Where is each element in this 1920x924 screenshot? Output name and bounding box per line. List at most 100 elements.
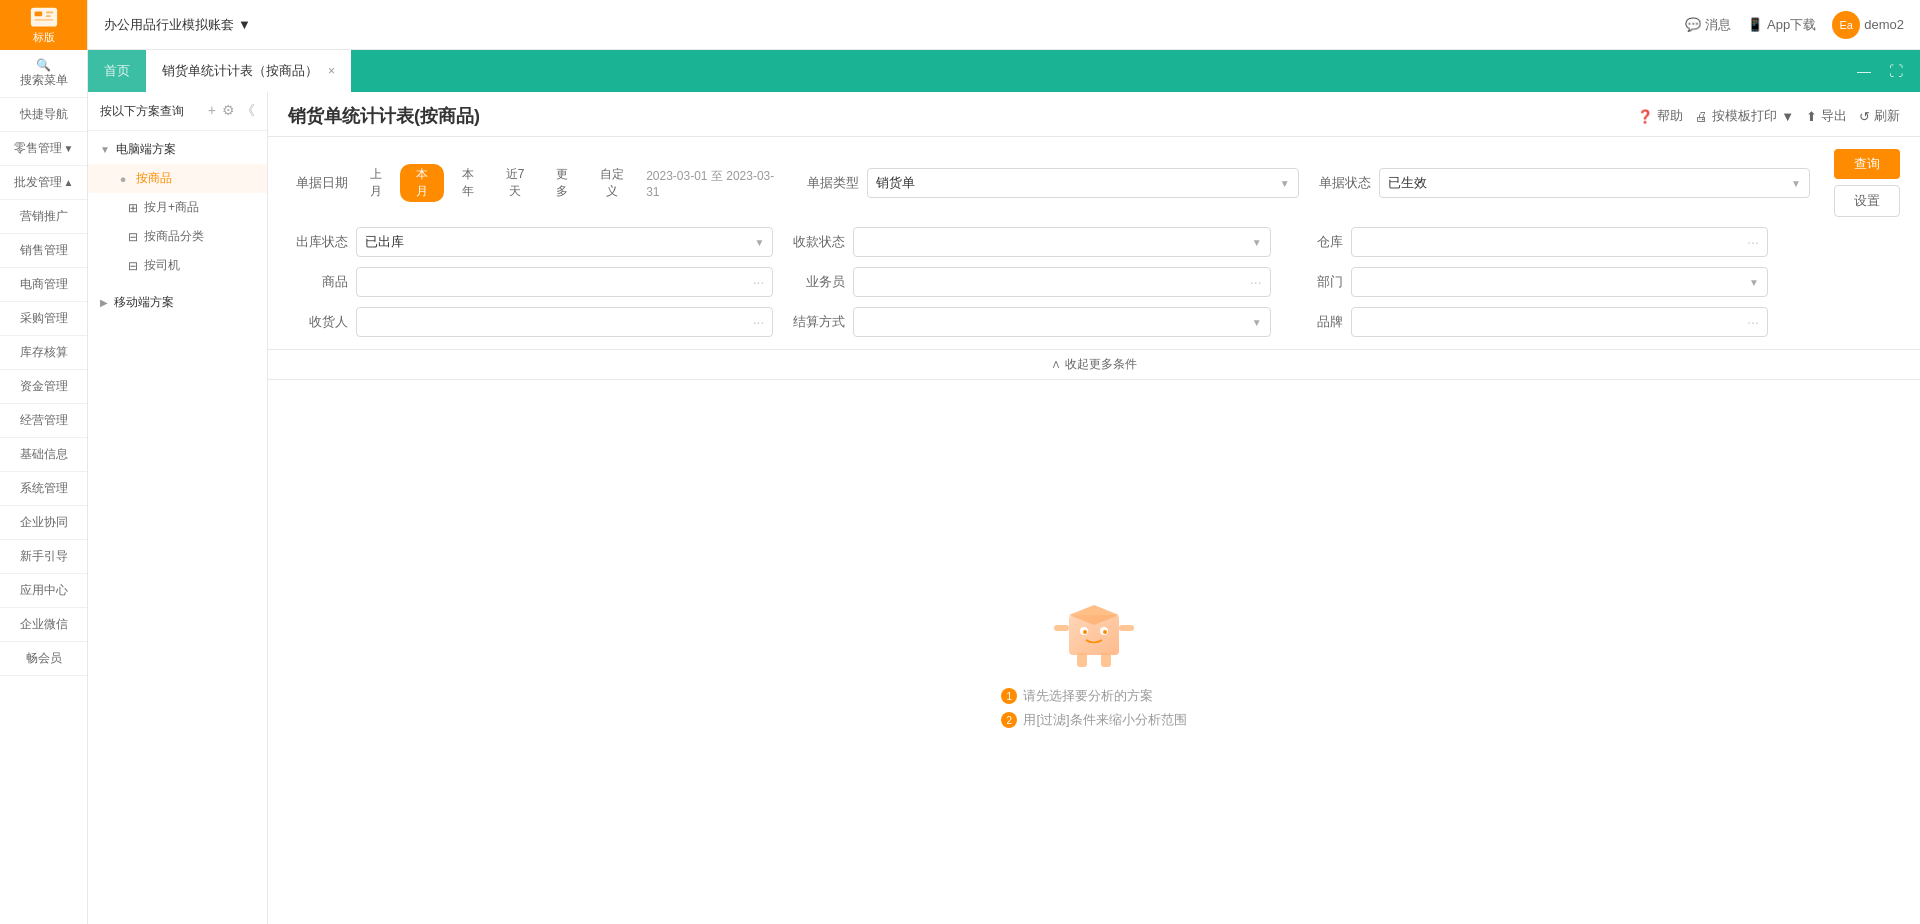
scheme-panel-actions: + ⚙ 《 xyxy=(208,102,255,120)
sidebar-item-finance[interactable]: 资金管理 xyxy=(0,370,87,404)
active-tab-label: 销货单统计计表（按商品） xyxy=(162,62,318,80)
department-label: 部门 xyxy=(1283,273,1343,291)
export-btn[interactable]: ⬆ 导出 xyxy=(1806,107,1847,125)
quick-nav-label: 快捷导航 xyxy=(0,106,87,123)
scheme-item-by-product[interactable]: ● 按商品 xyxy=(88,164,267,193)
export-icon: ⬆ xyxy=(1806,109,1817,124)
close-tab-btn[interactable]: × xyxy=(328,64,335,78)
refresh-btn[interactable]: ↺ 刷新 xyxy=(1859,107,1900,125)
enterprise-label: 企业协同 xyxy=(20,515,68,529)
retail-label: 零售管理 xyxy=(14,140,62,157)
mobile-group-label: 移动端方案 xyxy=(114,294,174,311)
warehouse-input[interactable]: ··· xyxy=(1351,227,1768,257)
app-icon: 📱 xyxy=(1747,17,1763,32)
tab-maximize-btn[interactable]: ⛶ xyxy=(1884,59,1908,83)
refresh-label: 刷新 xyxy=(1874,107,1900,125)
sidebar-item-marketing[interactable]: 营销推广 xyxy=(0,200,87,234)
product-input[interactable]: ··· xyxy=(356,267,773,297)
scheme-add-btn[interactable]: + xyxy=(208,102,216,120)
page-header-actions: ❓ 帮助 🖨 按模板打印 ▼ ⬆ 导出 ↺ 刷新 xyxy=(1637,107,1900,125)
sidebar-item-member[interactable]: 畅会员 xyxy=(0,642,87,676)
date-custom-btn[interactable]: 自定义 xyxy=(586,164,638,202)
template-print-label: 按模板打印 xyxy=(1712,107,1777,125)
tip-dot-2: 2 xyxy=(1001,712,1017,728)
brand-input[interactable]: ··· xyxy=(1351,307,1768,337)
sidebar-item-system[interactable]: 系统管理 xyxy=(0,472,87,506)
message-label: 消息 xyxy=(1705,16,1731,34)
member-label: 畅会员 xyxy=(26,651,62,665)
scheme-item-by-category[interactable]: ⊟ 按商品分类 xyxy=(88,222,267,251)
sidebar-item-apps[interactable]: 应用中心 xyxy=(0,574,87,608)
refresh-icon: ↺ xyxy=(1859,109,1870,124)
doc-status-select[interactable]: 已生效 ▼ xyxy=(1379,168,1810,198)
settings-btn[interactable]: 设置 xyxy=(1834,185,1900,217)
sidebar-item-wholesale[interactable]: 批发管理 ▲ xyxy=(0,166,87,200)
salesperson-input[interactable]: ··· xyxy=(853,267,1270,297)
scheme-category-label: 按商品分类 xyxy=(144,228,204,245)
sidebar-item-enterprise[interactable]: 企业协同 xyxy=(0,506,87,540)
tab-home[interactable]: 首页 xyxy=(88,50,146,92)
salesperson-dots-icon: ··· xyxy=(1250,274,1262,290)
svg-rect-3 xyxy=(45,15,50,17)
salesperson-label: 业务员 xyxy=(785,273,845,291)
app-download-btn[interactable]: 📱 App下载 xyxy=(1747,16,1816,34)
doc-type-select[interactable]: 销货单 ▼ xyxy=(867,168,1298,198)
group-label: 电脑端方案 xyxy=(116,141,176,158)
scheme-collapse-btn[interactable]: 《 xyxy=(241,102,255,120)
scheme-item-by-month-product[interactable]: ⊞ 按月+商品 xyxy=(88,193,267,222)
settlement-select[interactable]: ▼ xyxy=(853,307,1270,337)
date-quick-btns: 上月 本月 本年 近7天 更多 自定义 xyxy=(356,164,638,202)
sidebar-item-purchase[interactable]: 采购管理 xyxy=(0,302,87,336)
tab-minimize-btn[interactable]: — xyxy=(1852,59,1876,83)
collection-arrow-icon: ▼ xyxy=(1252,237,1262,248)
query-btn[interactable]: 查询 xyxy=(1834,149,1900,179)
help-btn[interactable]: ❓ 帮助 xyxy=(1637,107,1683,125)
filter-results-panel: 销货单统计计表(按商品) ❓ 帮助 🖨 按模板打印 ▼ ⬆ 导出 xyxy=(268,92,1920,924)
sidebar-item-wechat[interactable]: 企业微信 xyxy=(0,608,87,642)
industry-name: 办公用品行业模拟账套 xyxy=(104,16,234,34)
product-dots-icon: ··· xyxy=(753,274,765,290)
date-label: 单据日期 xyxy=(288,174,348,192)
date-prev-month-btn[interactable]: 上月 xyxy=(356,164,396,202)
sidebar-item-sales[interactable]: 销售管理 xyxy=(0,234,87,268)
template-print-btn[interactable]: 🖨 按模板打印 ▼ xyxy=(1695,107,1794,125)
empty-illustration xyxy=(1044,575,1144,675)
sidebar-search[interactable]: 🔍 搜索菜单 xyxy=(0,50,87,98)
sidebar-item-ecommerce[interactable]: 电商管理 xyxy=(0,268,87,302)
sidebar-subtitle: 标版 xyxy=(33,30,55,45)
date-this-year-btn[interactable]: 本年 xyxy=(448,164,488,202)
date-last7-btn[interactable]: 近7天 xyxy=(492,164,539,202)
date-this-month-btn[interactable]: 本月 xyxy=(400,164,444,202)
department-select[interactable]: ▼ xyxy=(1351,267,1768,297)
sidebar-item-retail[interactable]: 零售管理 ▼ xyxy=(0,132,87,166)
scheme-group-mobile-header[interactable]: ▶ 移动端方案 xyxy=(88,288,267,317)
tab-bar-actions: — ⛶ xyxy=(1852,59,1920,83)
tab-active[interactable]: 销货单统计计表（按商品） × xyxy=(146,50,351,92)
apps-label: 应用中心 xyxy=(20,583,68,597)
collection-select[interactable]: ▼ xyxy=(853,227,1270,257)
sidebar-quick-nav[interactable]: 快捷导航 xyxy=(0,98,87,132)
content-area: 按以下方案查询 + ⚙ 《 ▼ 电脑端方案 ● 按商品 ⊞ 按月 xyxy=(88,92,1920,924)
sidebar-item-newbie[interactable]: 新手引导 xyxy=(0,540,87,574)
sidebar-item-basic[interactable]: 基础信息 xyxy=(0,438,87,472)
scheme-group-desktop: ▼ 电脑端方案 ● 按商品 ⊞ 按月+商品 ⊟ 按商品分类 ⊟ 按司机 xyxy=(88,131,267,284)
industry-selector[interactable]: 办公用品行业模拟账套 ▼ xyxy=(104,16,251,34)
collapse-bar[interactable]: ∧ 收起更多条件 xyxy=(268,350,1920,380)
home-tab-label: 首页 xyxy=(104,62,130,80)
warehouse-out-select[interactable]: 已出库 ▼ xyxy=(356,227,773,257)
scheme-settings-btn[interactable]: ⚙ xyxy=(222,102,235,120)
sidebar-item-operations[interactable]: 经营管理 xyxy=(0,404,87,438)
mobile-group-arrow-icon: ▶ xyxy=(100,297,108,308)
category-icon: ⊟ xyxy=(128,230,138,244)
recipient-input[interactable]: ··· xyxy=(356,307,773,337)
message-btn[interactable]: 💬 消息 xyxy=(1685,16,1731,34)
scheme-item-by-driver[interactable]: ⊟ 按司机 xyxy=(88,251,267,280)
top-header: 办公用品行业模拟账套 ▼ 💬 消息 📱 App下载 Ea demo2 xyxy=(88,0,1920,50)
sales-label: 销售管理 xyxy=(20,243,68,257)
scheme-group-desktop-header[interactable]: ▼ 电脑端方案 xyxy=(88,135,267,164)
warehouse-label: 仓库 xyxy=(1283,233,1343,251)
sidebar-item-inventory[interactable]: 库存核算 xyxy=(0,336,87,370)
avatar: Ea xyxy=(1832,11,1860,39)
date-more-btn[interactable]: 更多 xyxy=(542,164,582,202)
user-profile[interactable]: Ea demo2 xyxy=(1832,11,1904,39)
